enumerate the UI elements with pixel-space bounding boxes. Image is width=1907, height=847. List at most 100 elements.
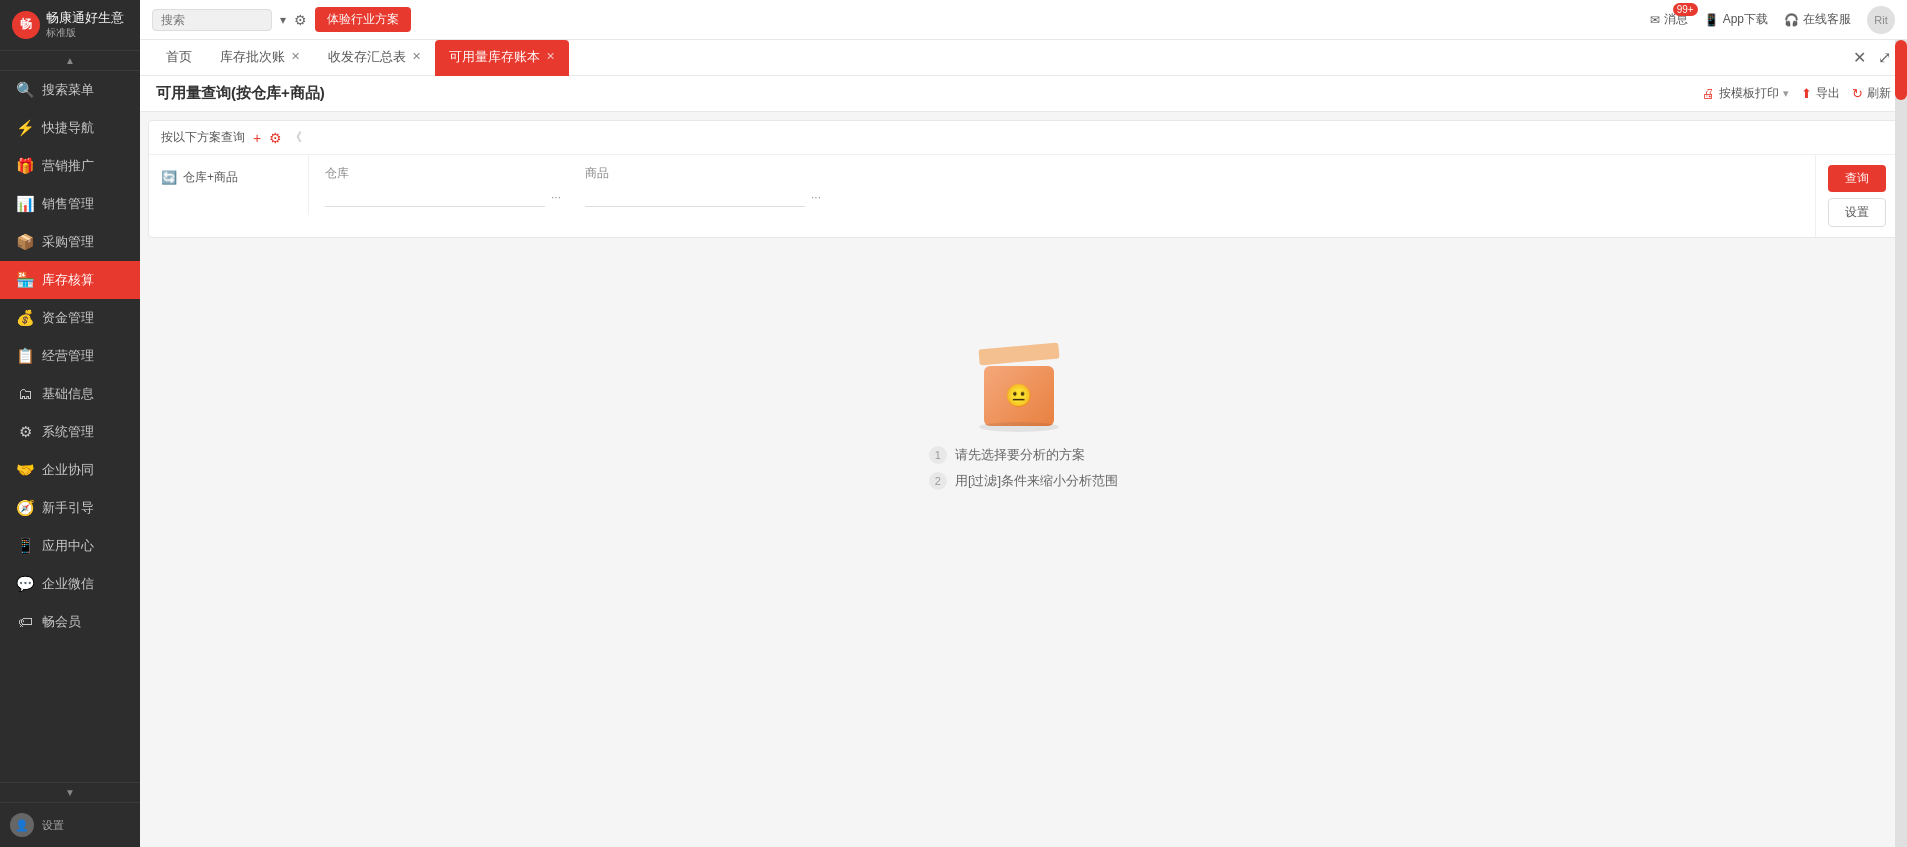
box-lid — [978, 343, 1059, 366]
dropdown-button[interactable]: ▾ — [280, 13, 286, 27]
print-button[interactable]: 🖨 按模板打印 ▾ — [1702, 85, 1789, 102]
user-avatar[interactable]: Rit — [1867, 6, 1895, 34]
logo-icon: 畅 — [12, 11, 40, 39]
empty-illustration: 😐 — [964, 326, 1084, 426]
goods-input[interactable] — [585, 186, 805, 207]
sidebar-item-label: 企业微信 — [42, 575, 94, 593]
online-service-label: 在线客服 — [1803, 11, 1851, 28]
gear-button[interactable]: ⚙ — [294, 12, 307, 28]
tab-summary-label: 收发存汇总表 — [328, 48, 406, 66]
sidebar-scroll-up[interactable]: ▲ — [65, 55, 75, 66]
topbar-right: ✉ 消息 99+ 📱 App下载 🎧 在线客服 Rit — [1650, 6, 1895, 34]
appcenter-icon: 📱 — [16, 537, 34, 555]
sidebar-item-label: 搜索菜单 — [42, 81, 94, 99]
export-button[interactable]: ⬆ 导出 — [1801, 85, 1840, 102]
marketing-icon: 🎁 — [16, 157, 34, 175]
tab-expand-button[interactable]: ⤢ — [1874, 44, 1895, 71]
box-shadow — [979, 422, 1059, 432]
tab-available[interactable]: 可用量库存账本 ✕ — [435, 40, 569, 76]
wechat-icon: 💬 — [16, 575, 34, 593]
warehouse-more-button[interactable]: ··· — [551, 190, 561, 204]
refresh-label: 刷新 — [1867, 85, 1891, 102]
sidebar-item-label: 畅会员 — [42, 613, 81, 631]
sidebar: 畅 畅康通好生意 标准版 ▲ 🔍 搜索菜单 ⚡ 快捷导航 🎁 营销推广 📊 销售… — [0, 0, 140, 847]
goods-field-label: 商品 — [585, 165, 821, 182]
box-body: 😐 — [984, 366, 1054, 426]
tab-summary[interactable]: 收发存汇总表 ✕ — [314, 40, 435, 76]
tab-home[interactable]: 首页 — [152, 40, 206, 76]
sidebar-item-system[interactable]: ⚙ 系统管理 — [0, 413, 140, 451]
sidebar-item-label: 营销推广 — [42, 157, 94, 175]
filter-collapse-button[interactable]: 《 — [290, 129, 302, 146]
filter-header: 按以下方案查询 + ⚙ 《 — [149, 121, 1898, 155]
sidebar-item-appcenter[interactable]: 📱 应用中心 — [0, 527, 140, 565]
right-scrollbar-thumb — [1895, 40, 1907, 100]
sidebar-scroll-down[interactable]: ▼ — [65, 787, 75, 798]
sidebar-item-label: 快捷导航 — [42, 119, 94, 137]
warehouse-input[interactable] — [325, 186, 545, 207]
tab-available-label: 可用量库存账本 — [449, 48, 540, 66]
content-area: 可用量查询(按仓库+商品) 🖨 按模板打印 ▾ ⬆ 导出 ↻ 刷新 — [140, 76, 1907, 847]
sidebar-item-sales[interactable]: 📊 销售管理 — [0, 185, 140, 223]
warehouse-field-row: ··· — [325, 186, 561, 207]
logo-badge: 标准版 — [46, 26, 124, 40]
sidebar-item-quicknav[interactable]: ⚡ 快捷导航 — [0, 109, 140, 147]
sidebar-item-enterprise[interactable]: 🤝 企业协同 — [0, 451, 140, 489]
sidebar-item-operations[interactable]: 📋 经营管理 — [0, 337, 140, 375]
sales-icon: 📊 — [16, 195, 34, 213]
newuser-icon: 🧭 — [16, 499, 34, 517]
message-button[interactable]: ✉ 消息 99+ — [1650, 11, 1688, 28]
empty-tips: 1 请先选择要分析的方案 2 用[过滤]条件来缩小分析范围 — [929, 446, 1118, 498]
filter-actions: 查询 设置 — [1815, 155, 1898, 237]
sidebar-item-inventory[interactable]: 🏪 库存核算 — [0, 261, 140, 299]
filter-add-button[interactable]: + — [253, 130, 261, 146]
message-icon: ✉ — [1650, 13, 1660, 27]
filter-fields: 仓库 ··· 商品 ··· — [309, 155, 1815, 217]
empty-tip-1: 1 请先选择要分析的方案 — [929, 446, 1118, 464]
page-header: 可用量查询(按仓库+商品) 🖨 按模板打印 ▾ ⬆ 导出 ↻ 刷新 — [140, 76, 1907, 112]
print-dropdown-icon: ▾ — [1783, 87, 1789, 100]
filter-scheme-item-warehouse-goods[interactable]: 🔄 仓库+商品 — [149, 163, 308, 192]
sidebar-item-member[interactable]: 🏷 畅会员 — [0, 603, 140, 641]
warehouse-field-label: 仓库 — [325, 165, 561, 182]
member-icon: 🏷 — [16, 613, 34, 630]
trial-btn[interactable]: 体验行业方案 — [315, 7, 411, 32]
search-input[interactable] — [152, 9, 272, 31]
sidebar-item-wechat[interactable]: 💬 企业微信 — [0, 565, 140, 603]
sidebar-item-label: 资金管理 — [42, 309, 94, 327]
tabs-right-actions: ✕ ⤢ — [1849, 44, 1895, 71]
empty-state: 😐 1 请先选择要分析的方案 2 用[过滤]条件来缩小分析范围 — [140, 246, 1907, 578]
box-face-icon: 😐 — [1005, 383, 1032, 409]
tab-batch-close[interactable]: ✕ — [291, 50, 300, 63]
tab-summary-close[interactable]: ✕ — [412, 50, 421, 63]
settings-action-button[interactable]: 设置 — [1828, 198, 1886, 227]
goods-more-button[interactable]: ··· — [811, 190, 821, 204]
scheme-icon: 🔄 — [161, 170, 177, 185]
page-title: 可用量查询(按仓库+商品) — [156, 84, 325, 103]
system-icon: ⚙ — [16, 423, 34, 441]
sidebar-item-basics[interactable]: 🗂 基础信息 — [0, 375, 140, 413]
app-icon: 📱 — [1704, 13, 1719, 27]
sidebar-item-label: 库存核算 — [42, 271, 94, 289]
sidebar-menu: 🔍 搜索菜单 ⚡ 快捷导航 🎁 营销推广 📊 销售管理 📦 采购管理 🏪 库存核… — [0, 71, 140, 782]
service-icon: 🎧 — [1784, 13, 1799, 27]
empty-tip-2: 2 用[过滤]条件来缩小分析范围 — [929, 472, 1118, 490]
refresh-button[interactable]: ↻ 刷新 — [1852, 85, 1891, 102]
sidebar-item-marketing[interactable]: 🎁 营销推广 — [0, 147, 140, 185]
sidebar-item-search[interactable]: 🔍 搜索菜单 — [0, 71, 140, 109]
sidebar-item-finance[interactable]: 💰 资金管理 — [0, 299, 140, 337]
app-download-button[interactable]: 📱 App下载 — [1704, 11, 1768, 28]
tab-available-close[interactable]: ✕ — [546, 50, 555, 63]
export-icon: ⬆ — [1801, 86, 1812, 101]
right-scrollbar[interactable] — [1895, 40, 1907, 847]
sidebar-item-newuser[interactable]: 🧭 新手引导 — [0, 489, 140, 527]
sidebar-user-label: 设置 — [42, 818, 64, 833]
filter-settings-button[interactable]: ⚙ — [269, 130, 282, 146]
sidebar-user-area[interactable]: 👤 设置 — [0, 802, 140, 847]
tab-batch[interactable]: 库存批次账 ✕ — [206, 40, 314, 76]
sidebar-item-purchase[interactable]: 📦 采购管理 — [0, 223, 140, 261]
tab-close-all-button[interactable]: ✕ — [1849, 44, 1870, 71]
query-button[interactable]: 查询 — [1828, 165, 1886, 192]
filter-field-goods: 商品 ··· — [585, 165, 821, 207]
online-service-button[interactable]: 🎧 在线客服 — [1784, 11, 1851, 28]
